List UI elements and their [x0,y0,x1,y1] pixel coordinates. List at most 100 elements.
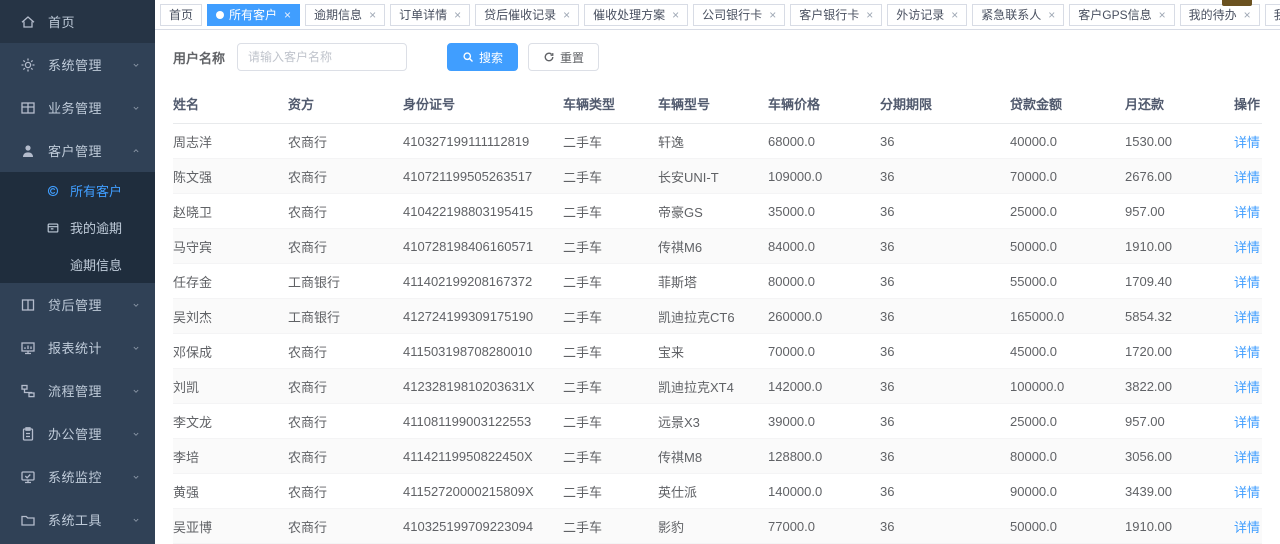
close-icon[interactable]: × [563,9,570,21]
column-header-vehicle-model: 车辆型号 [658,86,768,124]
tab-company-bank-card[interactable]: 公司银行卡× [693,4,785,26]
detail-link[interactable]: 详情 [1234,450,1260,465]
tab-customer-bank-card[interactable]: 客户银行卡 × [790,4,882,26]
cell-vehicle-type: 二手车 [563,229,658,264]
detail-link[interactable]: 详情 [1234,520,1260,535]
close-icon[interactable]: × [866,9,873,21]
cell-name: 邓保成 [173,334,288,369]
search-label: 用户名称 [173,48,225,67]
detail-link[interactable]: 详情 [1234,310,1260,325]
table-row: 李文龙农商行411081199003122553二手车远景X339000.036… [173,404,1262,439]
cell-vehicle-model: 远景X3 [658,404,768,439]
chevron-down-icon [131,472,141,482]
detail-link[interactable]: 详情 [1234,275,1260,290]
close-icon[interactable]: × [1159,9,1166,21]
sidebar-item-all-customers[interactable]: 所有客户 [0,172,155,209]
tab-home[interactable]: 首页 [160,4,202,26]
cell-installment-term: 36 [880,509,1010,544]
tab-emergency-contacts[interactable]: 紧急联系人× [972,4,1064,26]
cell-vehicle-price: 35000.0 [768,194,880,229]
sidebar-item-report-stats[interactable]: 报表统计 [0,326,155,369]
table-row: 刘凯农商行41232819810203631X二手车凯迪拉克XT4142000.… [173,369,1262,404]
cell-funder: 农商行 [288,124,403,159]
tab-label: 客户银行卡 [799,6,859,23]
columns-icon [20,297,36,313]
column-header-id-number: 身份证号 [403,86,563,124]
cell-monthly-payment: 1910.00 [1125,509,1230,544]
customer-name-input[interactable] [237,43,407,71]
search-button[interactable]: 搜索 [447,43,518,71]
detail-link[interactable]: 详情 [1234,380,1260,395]
sidebar: 首页系统管理业务管理客户管理所有客户我的逾期逾期信息贷后管理报表统计流程管理办公… [0,0,155,544]
detail-link[interactable]: 详情 [1234,240,1260,255]
cell-funder: 农商行 [288,474,403,509]
cell-action: 详情 [1230,439,1262,474]
sidebar-item-label: 我的逾期 [70,218,122,237]
avatar[interactable] [1222,0,1252,6]
cell-name: 赵晓卫 [173,194,288,229]
cell-vehicle-type: 二手车 [563,124,658,159]
sidebar-item-business-mgmt[interactable]: 业务管理 [0,86,155,129]
sidebar-item-label: 首页 [48,12,75,31]
cell-monthly-payment: 3056.00 [1125,439,1230,474]
sidebar-item-system-tools[interactable]: 系统工具 [0,498,155,541]
cell-vehicle-model: 传祺M8 [658,439,768,474]
detail-link[interactable]: 详情 [1234,135,1260,150]
cell-id-number: 41152720000215809X [403,474,563,509]
cell-id-number: 410422198803195415 [403,194,563,229]
sidebar-item-customer-mgmt[interactable]: 客户管理 [0,129,155,172]
sidebar-item-my-overdue[interactable]: 我的逾期 [0,209,155,246]
cell-name: 吴亚博 [173,509,288,544]
table-row: 李培农商行41142119950822450X二手车传祺M8128800.036… [173,439,1262,474]
sidebar-item-system-mgmt[interactable]: 系统管理 [0,43,155,86]
cell-vehicle-type: 二手车 [563,299,658,334]
sidebar-item-postloan-mgmt[interactable]: 贷后管理 [0,283,155,326]
detail-link[interactable]: 详情 [1234,345,1260,360]
gear-icon [20,57,36,73]
main-area: 首页所有客户×逾期信息×订单详情×贷后催收记录×催收处理方案×公司银行卡×客户银… [155,0,1280,544]
clipboard-icon [20,426,36,442]
close-icon[interactable]: × [1048,9,1055,21]
active-tab-dot [216,11,224,19]
cell-id-number: 410728198406160571 [403,229,563,264]
tab-order-detail[interactable]: 订单详情× [390,4,470,26]
cell-monthly-payment: 5854.32 [1125,299,1230,334]
reset-button[interactable]: 重置 [528,43,599,71]
tab-overdue-info[interactable]: 逾期信息× [305,4,385,26]
detail-link[interactable]: 详情 [1234,170,1260,185]
tab-all-customers[interactable]: 所有客户× [207,4,300,26]
sidebar-item-office-mgmt[interactable]: 办公管理 [0,412,155,455]
close-icon[interactable]: × [951,9,958,21]
tab-collection-plan[interactable]: 催收处理方案× [584,4,688,26]
cell-id-number: 410721199505263517 [403,159,563,194]
table-row: 陈文强农商行410721199505263517二手车长安UNI-T109000… [173,159,1262,194]
cell-action: 详情 [1230,474,1262,509]
close-icon[interactable]: × [769,9,776,21]
close-icon[interactable]: × [1244,9,1251,21]
tab-customer-gps-info[interactable]: 客户GPS信息× [1069,4,1174,26]
detail-link[interactable]: 详情 [1234,205,1260,220]
cell-installment-term: 36 [880,159,1010,194]
tab-field-visit-records[interactable]: 外访记录× [887,4,967,26]
close-icon[interactable]: × [672,9,679,21]
sidebar-item-label: 逾期信息 [70,255,122,274]
close-icon[interactable]: × [284,9,291,21]
sidebar-item-overdue-info[interactable]: 逾期信息 [0,246,155,283]
close-icon[interactable]: × [369,9,376,21]
cell-vehicle-model: 传祺M6 [658,229,768,264]
sidebar-item-system-monitor[interactable]: 系统监控 [0,455,155,498]
tab-my-todo[interactable]: 我的待办× [1180,4,1260,26]
detail-link[interactable]: 详情 [1234,415,1260,430]
cell-vehicle-type: 二手车 [563,369,658,404]
cell-loan-amount: 90000.0 [1010,474,1125,509]
cell-vehicle-type: 二手车 [563,439,658,474]
sidebar-item-process-mgmt[interactable]: 流程管理 [0,369,155,412]
sidebar-item-home[interactable]: 首页 [0,0,155,43]
cell-funder: 农商行 [288,369,403,404]
detail-link[interactable]: 详情 [1234,485,1260,500]
close-icon[interactable]: × [454,9,461,21]
monitor-icon [20,469,36,485]
search-button-label: 搜索 [479,49,503,66]
tab-my-process[interactable]: 我的流程× [1265,4,1280,26]
tab-postloan-collection-records[interactable]: 贷后催收记录× [475,4,579,26]
